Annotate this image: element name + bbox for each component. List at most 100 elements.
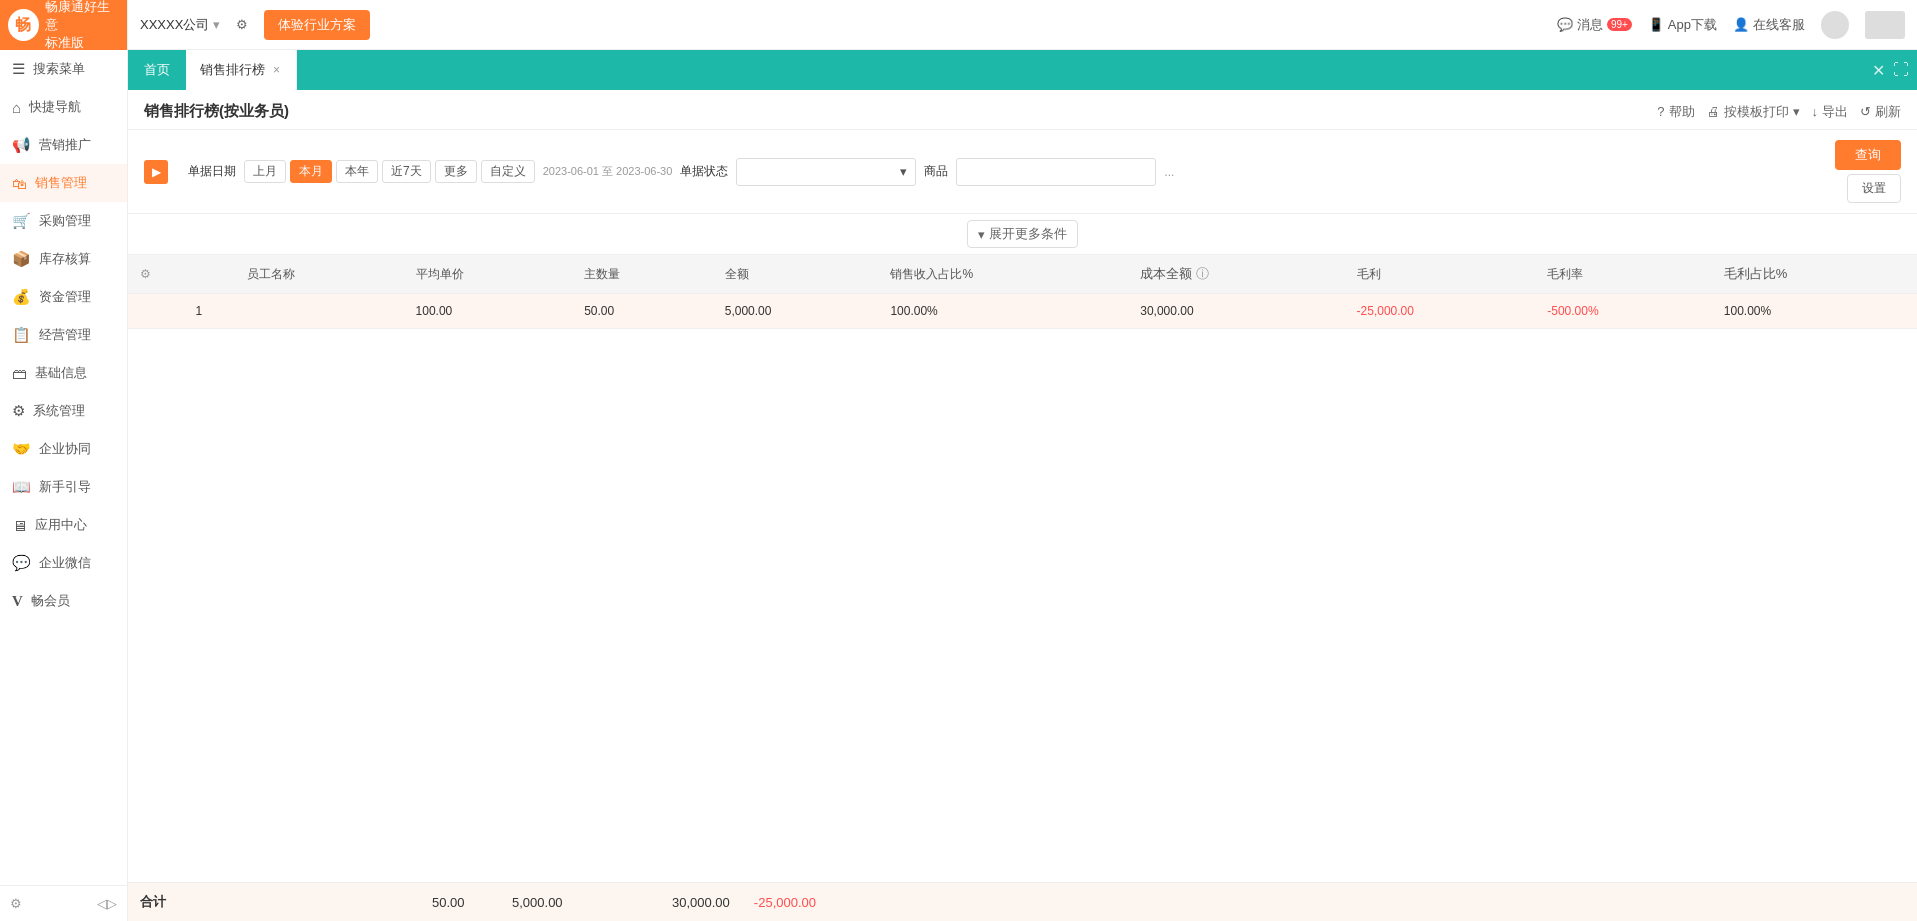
tab-close-icon[interactable]: × [271, 61, 282, 79]
cell-quantity: 50.00 [572, 294, 713, 329]
member-icon: V [12, 593, 23, 610]
tab-actions: ✕ ⛶ [1864, 50, 1917, 90]
col-sales-ratio: 销售收入占比% [878, 255, 1128, 294]
system-icon: ⚙ [12, 402, 25, 420]
col-avg-price: 平均单价 [404, 255, 573, 294]
sidebar-item-system[interactable]: ⚙ 系统管理 [0, 392, 127, 430]
col-gross-ratio: 毛利占比% [1712, 255, 1917, 294]
date-btn-group: 上月 本月 本年 近7天 更多 自定义 [244, 160, 535, 183]
tab-home[interactable]: 首页 [128, 50, 186, 90]
expand-icon: ▾ [978, 227, 985, 242]
tab-sales-ranking[interactable]: 销售排行榜 × [186, 50, 297, 90]
app-center-icon: 🖥 [12, 517, 27, 534]
goods-input[interactable] [956, 158, 1156, 186]
print-button[interactable]: 🖨 按模板打印 ▾ [1707, 103, 1800, 121]
tab-maximize-icon[interactable]: ⛶ [1893, 61, 1909, 79]
cell-gross-ratio: 100.00% [1712, 294, 1917, 329]
date-btn-last-month[interactable]: 上月 [244, 160, 286, 183]
app-download-icon: 📱 [1648, 17, 1664, 32]
filter-row: 单据日期 上月 本月 本年 近7天 更多 自定义 2023-06-01 至 20… [188, 158, 1823, 186]
sidebar-item-quick-nav[interactable]: ⌂ 快捷导航 [0, 88, 127, 126]
cell-sales-ratio: 100.00% [878, 294, 1128, 329]
sidebar-item-sales[interactable]: 🛍 销售管理 [0, 164, 127, 202]
page-header: 销售排行榜(按业务员) ? 帮助 🖨 按模板打印 ▾ ↓ 导出 ↺ 刷新 [128, 90, 1917, 130]
cell-cost: 30,000.00 [1128, 294, 1344, 329]
footer-gross: -25,000.00 [742, 895, 828, 910]
company-selector[interactable]: XXXXX公司 ▾ [140, 16, 220, 34]
app-download-button[interactable]: 📱 App下载 [1648, 16, 1717, 34]
tab-window-close-icon[interactable]: ✕ [1872, 61, 1885, 80]
export-button[interactable]: ↓ 导出 [1812, 103, 1849, 121]
company-name: XXXXX公司 [140, 16, 209, 34]
filter-settings-button[interactable]: 设置 [1847, 174, 1901, 203]
logo-icon: 畅 [8, 9, 39, 41]
tab-spacer [297, 50, 1864, 90]
query-button[interactable]: 查询 [1835, 140, 1901, 170]
cell-avg-price: 100.00 [404, 294, 573, 329]
sidebar-item-inventory[interactable]: 📦 库存核算 [0, 240, 127, 278]
date-btn-7days[interactable]: 近7天 [382, 160, 431, 183]
col-gross: 毛利 [1345, 255, 1536, 294]
finance-icon: 💰 [12, 288, 31, 306]
sidebar-bottom: ⚙ ◁▷ [0, 885, 127, 921]
status-select[interactable]: ▾ [736, 158, 916, 186]
sidebar-item-wechat[interactable]: 💬 企业微信 [0, 544, 127, 582]
topbar: XXXXX公司 ▾ ⚙ 体验行业方案 💬 消息 99+ 📱 App下载 👤 在线… [128, 0, 1917, 50]
footer-cells: 50.00 5,000.00 30,000.00 -25,000.00 [340, 895, 1905, 910]
sidebar-item-guide[interactable]: 📖 新手引导 [0, 468, 127, 506]
message-button[interactable]: 💬 消息 99+ [1557, 16, 1632, 34]
content-area: 销售排行榜(按业务员) ? 帮助 🖨 按模板打印 ▾ ↓ 导出 ↺ 刷新 [128, 90, 1917, 921]
trial-button[interactable]: 体验行业方案 [264, 10, 370, 40]
topbar-settings-button[interactable]: ⚙ [228, 11, 256, 39]
sidebar-item-member[interactable]: V 畅会员 [0, 582, 127, 620]
col-employee: 员工名称 [235, 255, 404, 294]
logo-area: 畅 畅康通好生意 标准版 [0, 0, 127, 50]
cell-gross-rate: -500.00% [1535, 294, 1712, 329]
help-link[interactable]: ? 帮助 [1657, 103, 1694, 121]
refresh-button[interactable]: ↺ 刷新 [1860, 103, 1901, 121]
date-btn-custom[interactable]: 自定义 [481, 160, 535, 183]
sidebar-item-marketing[interactable]: 📢 营销推广 [0, 126, 127, 164]
date-btn-this-month[interactable]: 本月 [290, 160, 332, 183]
expand-more-button[interactable]: ▾ 展开更多条件 [967, 220, 1078, 248]
sidebar-item-purchase[interactable]: 🛒 采购管理 [0, 202, 127, 240]
date-btn-more[interactable]: 更多 [435, 160, 477, 183]
query-actions: 查询 设置 [1835, 140, 1901, 203]
search-menu-icon: ☰ [12, 60, 25, 78]
cell-employee [235, 294, 404, 329]
status-label: 单据状态 [680, 163, 728, 180]
expand-row: ▾ 展开更多条件 [128, 214, 1917, 255]
header-actions: ? 帮助 🖨 按模板打印 ▾ ↓ 导出 ↺ 刷新 [1657, 103, 1901, 121]
filter-collapse-button[interactable]: ▶ [144, 160, 168, 184]
topbar-right: 💬 消息 99+ 📱 App下载 👤 在线客服 [1557, 11, 1905, 39]
date-btn-this-year[interactable]: 本年 [336, 160, 378, 183]
sidebar-item-operations[interactable]: 📋 经营管理 [0, 316, 127, 354]
collapse-sidebar-icon[interactable]: ◁▷ [97, 896, 117, 911]
sidebar-item-base-info[interactable]: 🗃 基础信息 [0, 354, 127, 392]
sidebar-item-app-center[interactable]: 🖥 应用中心 [0, 506, 127, 544]
cost-info-icon[interactable]: ⓘ [1196, 266, 1209, 281]
user-name-area [1865, 11, 1905, 39]
quick-nav-icon: ⌂ [12, 99, 21, 116]
settings-bottom-icon[interactable]: ⚙ [10, 896, 22, 911]
cell-settings [128, 294, 163, 329]
sales-icon: 🛍 [12, 175, 27, 192]
sidebar-item-finance[interactable]: 💰 资金管理 [0, 278, 127, 316]
sidebar-item-search-menu[interactable]: ☰ 搜索菜单 [0, 50, 127, 88]
marketing-icon: 📢 [12, 136, 31, 154]
status-filter: 单据状态 ▾ [680, 158, 916, 186]
refresh-icon: ↺ [1860, 104, 1871, 119]
user-avatar[interactable] [1821, 11, 1849, 39]
message-badge: 99+ [1607, 18, 1632, 31]
sidebar-item-enterprise[interactable]: 🤝 企业协同 [0, 430, 127, 468]
logo-text: 畅康通好生意 标准版 [45, 0, 119, 52]
table-header-row: ⚙ 员工名称 平均单价 主数量 全额 销售收入占比% 成本全额 ⓘ 毛利 毛利率 [128, 255, 1917, 294]
goods-filter: 商品 ... [924, 158, 1174, 186]
col-settings[interactable]: ⚙ [128, 255, 163, 294]
date-filter-label: 单据日期 [188, 163, 236, 180]
help-icon: ? [1657, 104, 1664, 119]
goods-label: 商品 [924, 163, 948, 180]
online-service-button[interactable]: 👤 在线客服 [1733, 16, 1805, 34]
more-filter-btn[interactable]: ... [1164, 165, 1174, 179]
col-quantity: 主数量 [572, 255, 713, 294]
